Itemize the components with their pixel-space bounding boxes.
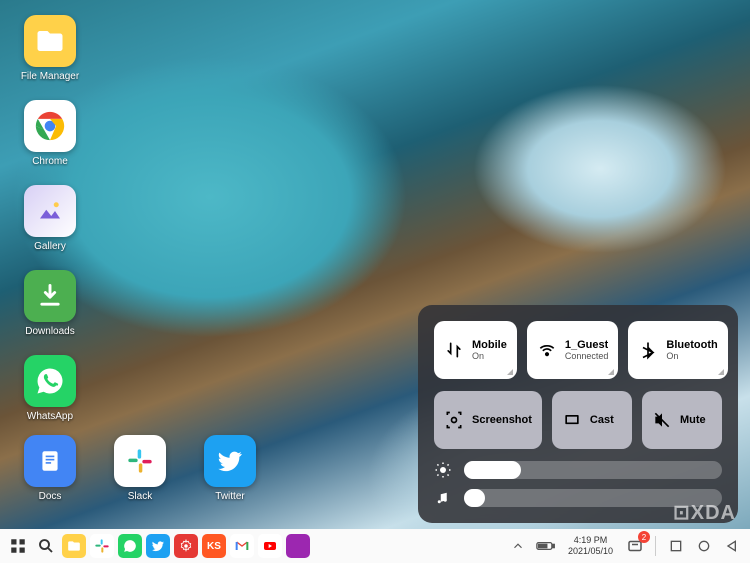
app-twitter[interactable]: Twitter	[195, 435, 265, 502]
expand-corner-icon	[718, 369, 724, 375]
taskbar-app-generic[interactable]	[286, 534, 310, 558]
nav-back-button[interactable]	[720, 534, 744, 558]
taskbar-app-ks[interactable]: KS	[202, 534, 226, 558]
clock[interactable]: 4:19 PM 2021/05/10	[562, 535, 619, 557]
app-label: File Manager	[21, 71, 79, 82]
expand-corner-icon	[608, 369, 614, 375]
app-label: Slack	[128, 491, 152, 502]
tile-mobile-data[interactable]: MobileOn	[434, 321, 517, 379]
volume-track[interactable]	[464, 489, 722, 507]
desktop-icon-column: File Manager Chrome Gallery Downloads Wh…	[15, 15, 85, 422]
tile-sub: Connected	[565, 351, 609, 361]
battery-icon[interactable]	[534, 534, 558, 558]
download-icon	[24, 270, 76, 322]
app-label: Gallery	[34, 241, 66, 252]
expand-tray-button[interactable]	[506, 534, 530, 558]
tile-sub: On	[472, 351, 507, 361]
tile-wifi[interactable]: 1_GuestConnected	[527, 321, 619, 379]
tile-bluetooth[interactable]: BluetoothOn	[628, 321, 727, 379]
taskbar-app-slack[interactable]	[90, 534, 114, 558]
app-drawer-button[interactable]	[6, 534, 30, 558]
tile-row-top: MobileOn 1_GuestConnected BluetoothOn	[434, 321, 722, 379]
chrome-icon	[24, 100, 76, 152]
tile-row-bottom: Screenshot Cast Mute	[434, 391, 722, 449]
nav-recents-button[interactable]	[664, 534, 688, 558]
volume-icon	[434, 489, 452, 507]
wifi-icon	[537, 340, 557, 360]
cast-icon	[562, 410, 582, 430]
time-text: 4:19 PM	[574, 535, 608, 546]
gallery-icon	[24, 185, 76, 237]
tile-title: Mute	[680, 414, 706, 426]
brightness-icon	[434, 461, 452, 479]
app-gallery[interactable]: Gallery	[15, 185, 85, 252]
app-label: Chrome	[32, 156, 68, 167]
twitter-icon	[204, 435, 256, 487]
desktop-icon-row: Docs Slack Twitter	[15, 435, 265, 502]
volume-slider[interactable]	[434, 489, 722, 507]
expand-corner-icon	[507, 369, 513, 375]
taskbar-app-settings[interactable]	[174, 534, 198, 558]
nav-home-button[interactable]	[692, 534, 716, 558]
app-label: Downloads	[25, 326, 74, 337]
taskbar-app-whatsapp[interactable]	[118, 534, 142, 558]
tile-title: Mobile	[472, 339, 507, 351]
tile-title: Cast	[590, 414, 614, 426]
app-downloads[interactable]: Downloads	[15, 270, 85, 337]
taskbar-app-youtube[interactable]	[258, 534, 282, 558]
notification-badge: 2	[638, 531, 650, 543]
app-label: Twitter	[215, 491, 244, 502]
taskbar-app-twitter[interactable]	[146, 534, 170, 558]
bluetooth-icon	[638, 340, 658, 360]
tile-title: Screenshot	[472, 414, 532, 426]
brightness-slider[interactable]	[434, 461, 722, 479]
tile-sub: On	[666, 351, 717, 361]
brightness-track[interactable]	[464, 461, 722, 479]
quick-settings-panel: MobileOn 1_GuestConnected BluetoothOn Sc…	[418, 305, 738, 523]
taskbar-app-gmail[interactable]	[230, 534, 254, 558]
taskbar-app-file-manager[interactable]	[62, 534, 86, 558]
taskbar: KS 4:19 PM 2021/05/10 2	[0, 529, 750, 563]
volume-fill	[464, 489, 485, 507]
brightness-fill	[464, 461, 521, 479]
tile-screenshot[interactable]: Screenshot	[434, 391, 542, 449]
search-button[interactable]	[34, 534, 58, 558]
app-whatsapp[interactable]: WhatsApp	[15, 355, 85, 422]
app-label: Docs	[39, 491, 62, 502]
mobile-data-icon	[444, 340, 464, 360]
tile-title: 1_Guest	[565, 339, 609, 351]
slack-icon	[114, 435, 166, 487]
divider	[655, 536, 656, 556]
app-label: WhatsApp	[27, 411, 73, 422]
tile-cast[interactable]: Cast	[552, 391, 632, 449]
app-file-manager[interactable]: File Manager	[15, 15, 85, 82]
whatsapp-icon	[24, 355, 76, 407]
app-slack[interactable]: Slack	[105, 435, 175, 502]
date-text: 2021/05/10	[568, 546, 613, 557]
docs-icon	[24, 435, 76, 487]
screenshot-icon	[444, 410, 464, 430]
mute-icon	[652, 410, 672, 430]
notifications-button[interactable]: 2	[623, 534, 647, 558]
app-chrome[interactable]: Chrome	[15, 100, 85, 167]
folder-icon	[24, 15, 76, 67]
tile-mute[interactable]: Mute	[642, 391, 722, 449]
app-docs[interactable]: Docs	[15, 435, 85, 502]
tile-title: Bluetooth	[666, 339, 717, 351]
